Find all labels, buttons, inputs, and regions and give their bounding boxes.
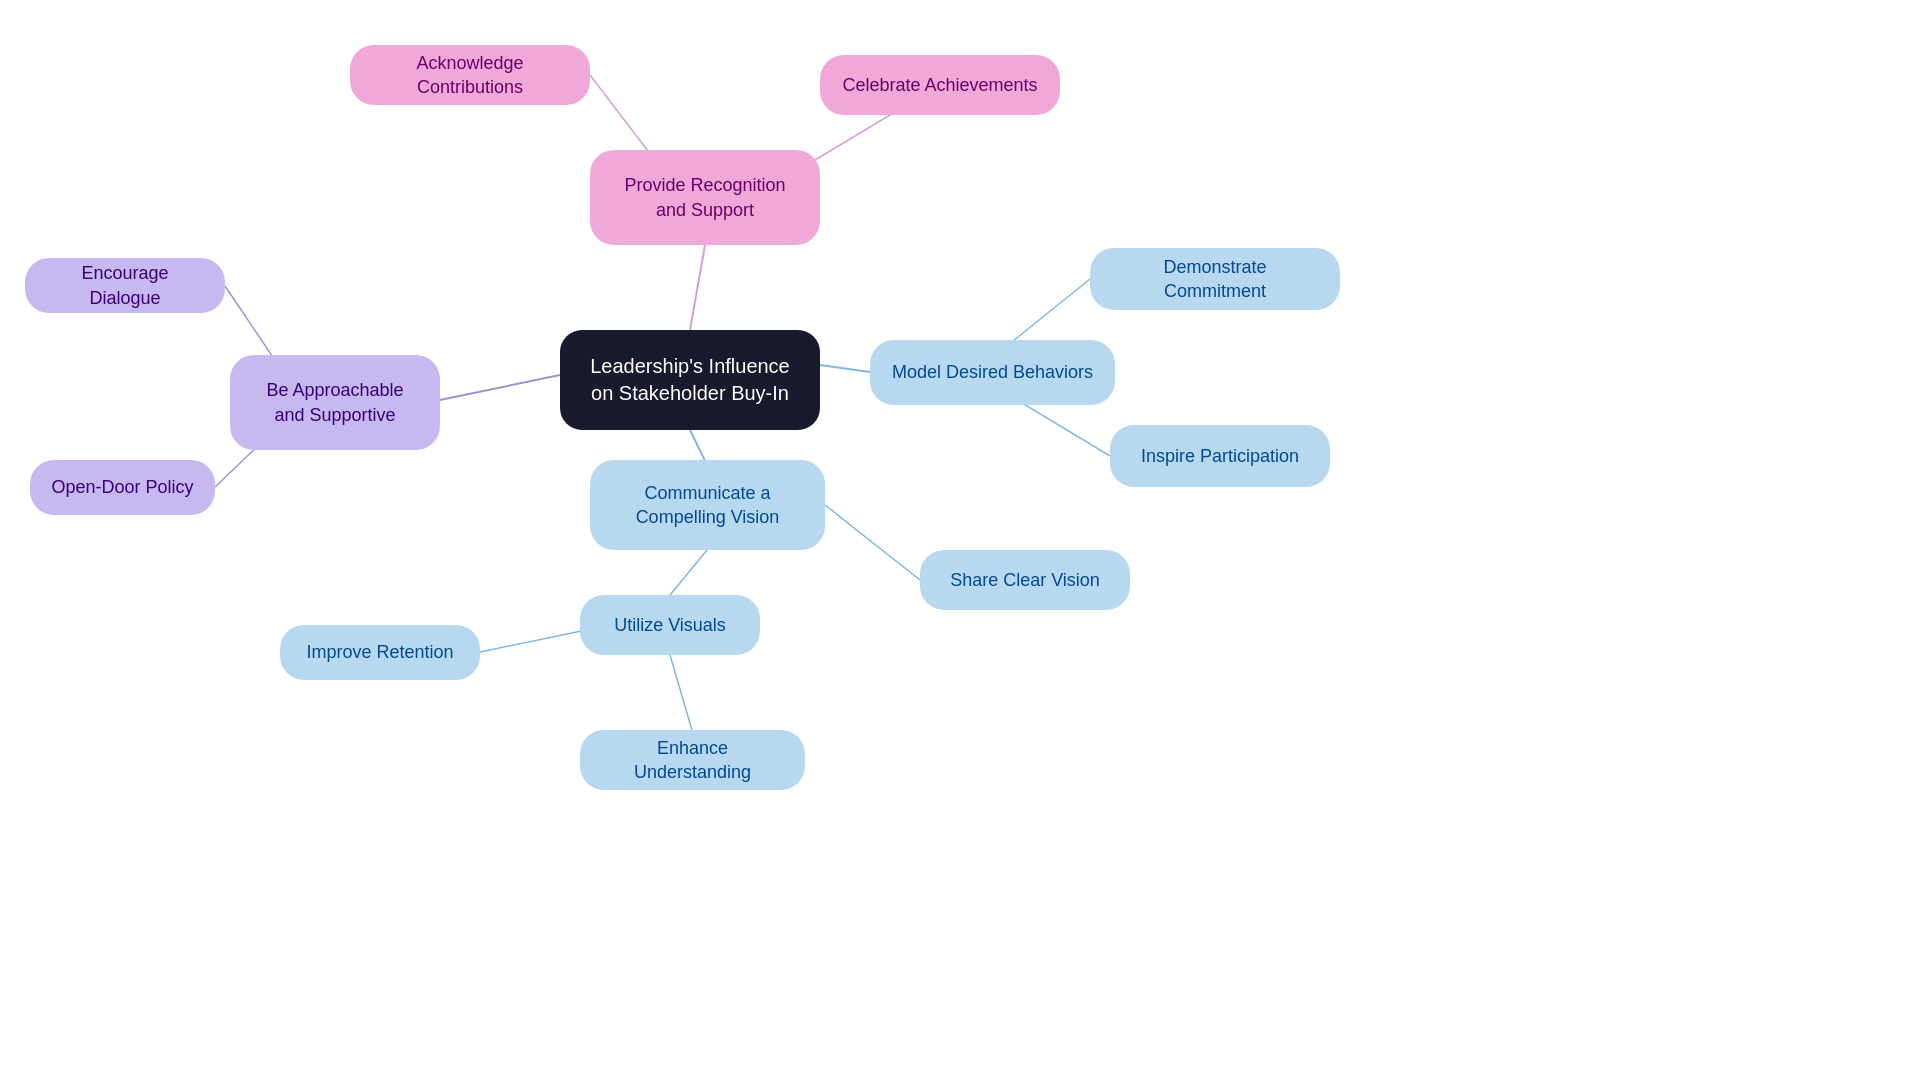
center-node: Leadership's Influence on Stakeholder Bu… bbox=[560, 330, 820, 430]
svg-line-10 bbox=[825, 505, 920, 580]
utilize-visuals-node: Utilize Visuals bbox=[580, 595, 760, 655]
be-approachable-node: Be Approachable and Supportive bbox=[230, 355, 440, 450]
encourage-dialogue-node: Encourage Dialogue bbox=[25, 258, 225, 313]
share-clear-vision-node: Share Clear Vision bbox=[920, 550, 1130, 610]
svg-line-3 bbox=[440, 375, 560, 400]
open-door-policy-node: Open-Door Policy bbox=[30, 460, 215, 515]
provide-recognition-node: Provide Recognition and Support bbox=[590, 150, 820, 245]
celebrate-achievements-node: Celebrate Achievements bbox=[820, 55, 1060, 115]
acknowledge-contributions-node: Acknowledge Contributions bbox=[350, 45, 590, 105]
inspire-participation-node: Inspire Participation bbox=[1110, 425, 1330, 487]
enhance-understanding-node: Enhance Understanding bbox=[580, 730, 805, 790]
improve-retention-node: Improve Retention bbox=[280, 625, 480, 680]
demonstrate-commitment-node: Demonstrate Commitment bbox=[1090, 248, 1340, 310]
communicate-vision-node: Communicate a Compelling Vision bbox=[590, 460, 825, 550]
svg-line-13 bbox=[670, 655, 692, 730]
svg-line-0 bbox=[690, 245, 705, 330]
model-behaviors-node: Model Desired Behaviors bbox=[870, 340, 1115, 405]
svg-line-6 bbox=[820, 365, 870, 372]
svg-line-11 bbox=[670, 550, 707, 595]
